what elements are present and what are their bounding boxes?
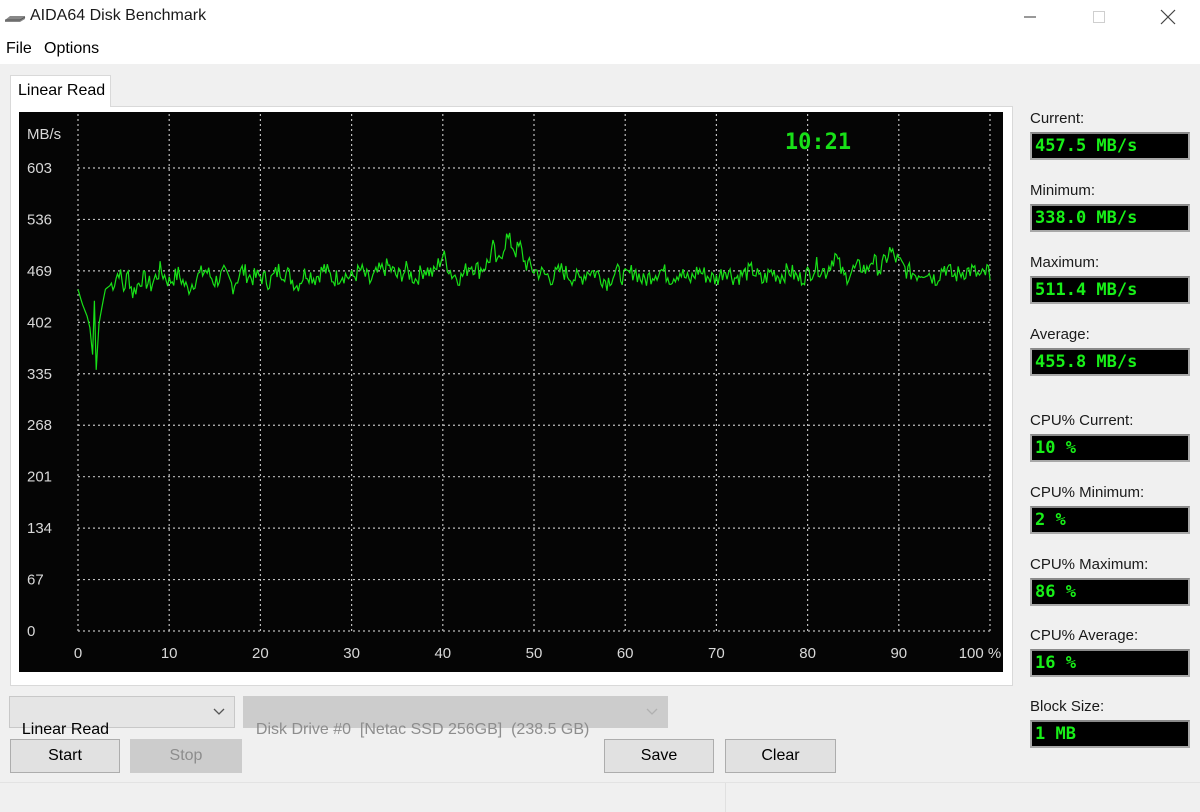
tab-joiner <box>11 104 110 108</box>
y-axis-label: MB/s <box>27 126 61 143</box>
y-tick-label: 201 <box>27 469 52 486</box>
x-tick-label: 70 <box>708 645 725 662</box>
x-tick-label: 0 <box>74 645 82 662</box>
stat-value-current: 457.5 MB/s <box>1030 132 1190 160</box>
y-tick-label: 469 <box>27 263 52 280</box>
test-type-value: Linear Read <box>21 721 110 738</box>
maximize-button[interactable] <box>1076 0 1122 34</box>
y-tick-label: 603 <box>27 160 52 177</box>
y-tick-label: 67 <box>27 572 44 589</box>
start-button[interactable]: Start <box>10 739 120 773</box>
menu-file[interactable]: File <box>6 40 32 58</box>
stat-label-block-size: Block Size: <box>1030 698 1105 715</box>
x-tick-label: 90 <box>890 645 907 662</box>
window-title: AIDA64 Disk Benchmark <box>30 7 207 24</box>
maximize-icon <box>1093 11 1105 23</box>
clear-button[interactable]: Clear <box>725 739 836 773</box>
y-tick-label: 134 <box>27 520 52 537</box>
elapsed-timer: 10:21 <box>785 130 851 155</box>
disk-drive-icon <box>5 16 26 22</box>
y-tick-label: 536 <box>27 211 52 228</box>
stat-value-average: 455.8 MB/s <box>1030 348 1190 376</box>
menu-options[interactable]: Options <box>44 40 99 58</box>
x-tick-label: 20 <box>252 645 269 662</box>
stat-value-block-size: 1 MB <box>1030 720 1190 748</box>
x-tick-label: 40 <box>434 645 451 662</box>
x-tick-label: 10 <box>161 645 178 662</box>
close-icon <box>1160 9 1176 25</box>
menu-bar: File Options <box>0 36 1200 64</box>
drive-select[interactable]: Disk Drive #0 [Netac SSD 256GB] (238.5 G… <box>243 696 668 738</box>
y-tick-label: 335 <box>27 366 52 383</box>
stat-value-cpu-current: 10 % <box>1030 434 1190 462</box>
stat-label-minimum: Minimum: <box>1030 182 1096 199</box>
stat-value-minimum: 338.0 MB/s <box>1030 204 1190 232</box>
stat-label-average: Average: <box>1030 326 1090 343</box>
y-tick-label: 0 <box>27 623 35 640</box>
stat-label-current: Current: <box>1030 110 1085 127</box>
status-bar-divider <box>725 783 726 812</box>
stat-value-cpu-maximum: 86 % <box>1030 578 1190 606</box>
x-tick-label: 30 <box>343 645 360 662</box>
minimize-button[interactable] <box>1007 0 1053 34</box>
stat-value-cpu-minimum: 2 % <box>1030 506 1190 534</box>
tab-linear-read[interactable]: Linear Read <box>10 75 111 107</box>
x-tick-label: 50 <box>526 645 543 662</box>
status-bar <box>0 782 1200 812</box>
y-tick-label: 402 <box>27 314 52 331</box>
stat-label-maximum: Maximum: <box>1030 254 1100 271</box>
stat-label-cpu-maximum: CPU% Maximum: <box>1030 556 1149 573</box>
minimize-icon <box>1024 16 1036 18</box>
save-button[interactable]: Save <box>604 739 714 773</box>
drive-value: Disk Drive #0 [Netac SSD 256GB] (238.5 G… <box>255 721 590 738</box>
test-type-select[interactable]: Linear Read <box>9 696 235 738</box>
chevron-down-icon <box>213 708 225 715</box>
x-tick-label: 100 % <box>959 645 1002 662</box>
y-tick-label: 268 <box>27 417 52 434</box>
stat-value-maximum: 511.4 MB/s <box>1030 276 1190 304</box>
stat-label-cpu-average: CPU% Average: <box>1030 627 1139 644</box>
title-bar: AIDA64 Disk Benchmark <box>0 0 1200 36</box>
close-button[interactable] <box>1145 0 1191 34</box>
chart-svg: 0 10 20 30 40 50 60 70 80 90 100 % 0 67 134 201 268 335 4… <box>27 114 1002 662</box>
x-tick-label: 60 <box>617 645 634 662</box>
stat-label-cpu-current: CPU% Current: <box>1030 412 1134 429</box>
stop-button[interactable]: Stop <box>130 739 242 773</box>
benchmark-chart: 0 10 20 30 40 50 60 70 80 90 100 % 0 67 134 201 268 335 4… <box>19 112 1003 672</box>
stat-value-cpu-average: 16 % <box>1030 649 1190 677</box>
x-tick-label: 80 <box>799 645 816 662</box>
chevron-down-icon <box>646 708 658 715</box>
stat-label-cpu-minimum: CPU% Minimum: <box>1030 484 1145 501</box>
